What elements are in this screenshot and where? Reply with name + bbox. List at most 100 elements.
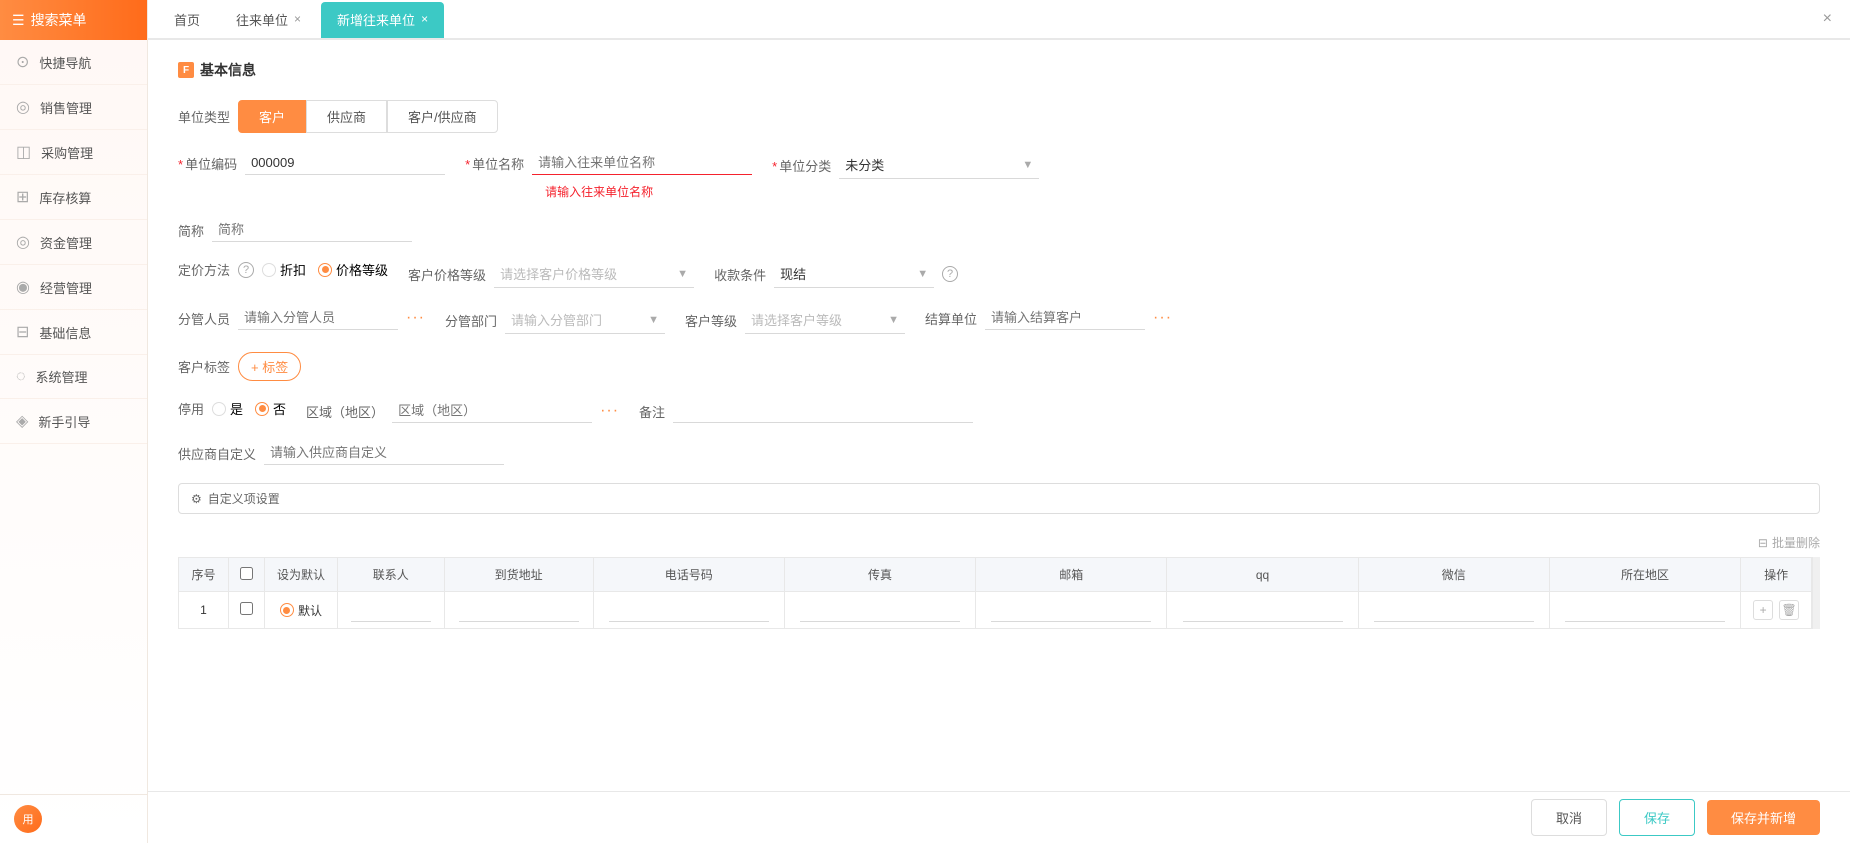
fax-input[interactable] — [800, 598, 960, 622]
cell-region[interactable] — [1549, 592, 1740, 629]
payment-terms-value: 现结 — [780, 264, 806, 283]
billing-unit-field: 结算单位 ··· — [925, 306, 1172, 330]
sidebar-item-basic-info[interactable]: ⊟ 基础信息 — [0, 310, 147, 355]
col-contact: 联系人 — [337, 558, 444, 592]
unit-code-field: *单位编码 — [178, 151, 445, 175]
manager-more-icon[interactable]: ··· — [406, 309, 425, 327]
cell-fax[interactable] — [784, 592, 975, 629]
cell-wechat[interactable] — [1358, 592, 1549, 629]
disabled-no-radio[interactable]: 否 — [255, 399, 286, 418]
disabled-row: 停用 是 否 区 — [178, 399, 1820, 423]
qq-input[interactable] — [1183, 598, 1343, 622]
pricing-discount-radio[interactable]: 折扣 — [262, 260, 306, 279]
sidebar-header-label[interactable]: 搜索菜单 — [31, 10, 87, 30]
row-checkbox[interactable] — [240, 602, 253, 615]
sidebar-item-label: 销售管理 — [40, 98, 92, 117]
yes-label: 是 — [230, 399, 243, 418]
pricing-method-label: 定价方法 — [178, 260, 230, 279]
type-btn-both[interactable]: 客户/供应商 — [387, 100, 498, 133]
section-icon: F — [178, 62, 194, 78]
save-button[interactable]: 保存 — [1619, 799, 1695, 836]
select-all-checkbox[interactable] — [240, 567, 253, 580]
sidebar-item-finance[interactable]: ◎ 资金管理 — [0, 220, 147, 265]
cell-email[interactable] — [976, 592, 1167, 629]
contact-input[interactable] — [351, 598, 431, 622]
tab-partner[interactable]: 往来单位 × — [220, 2, 317, 38]
sidebar-item-purchase[interactable]: ◫ 采购管理 — [0, 130, 147, 175]
billing-more-icon[interactable]: ··· — [1153, 309, 1172, 327]
unit-name-label: *单位名称 — [465, 154, 524, 173]
region-input[interactable] — [392, 399, 592, 423]
tab-new-partner-close[interactable]: × — [421, 12, 428, 26]
tab-new-partner[interactable]: 新增往来单位 × — [321, 2, 444, 38]
payment-terms-select[interactable]: 现结 ▼ — [774, 260, 934, 288]
discount-label: 折扣 — [280, 260, 306, 279]
unit-code-input[interactable] — [245, 151, 445, 175]
sidebar-item-sales[interactable]: ◎ 销售管理 — [0, 85, 147, 130]
table-scrollbar[interactable] — [1812, 557, 1820, 629]
col-email: 邮箱 — [976, 558, 1167, 592]
batch-delete-button[interactable]: ⊟ 批量删除 — [1758, 534, 1820, 551]
region-label: 区域（地区） — [306, 402, 384, 421]
delete-row-button[interactable]: 🗑 — [1779, 600, 1799, 620]
cell-action: + 🗑 — [1741, 592, 1812, 629]
supplier-custom-field: 供应商自定义 — [178, 441, 504, 465]
col-wechat: 微信 — [1358, 558, 1549, 592]
pricing-level-radio[interactable]: 价格等级 — [318, 260, 388, 279]
save-new-button[interactable]: 保存并新增 — [1707, 800, 1820, 835]
supplier-custom-row: 供应商自定义 — [178, 441, 1820, 465]
region-more-icon[interactable]: ··· — [600, 402, 619, 420]
short-name-input[interactable] — [212, 218, 412, 242]
disabled-yes-radio[interactable]: 是 — [212, 399, 243, 418]
basic-info-icon: ⊟ — [16, 322, 29, 342]
cell-checkbox[interactable] — [229, 592, 265, 629]
unit-type-buttons: 客户 供应商 客户/供应商 — [238, 100, 498, 133]
row-default-radio[interactable]: 默认 — [275, 602, 327, 619]
email-input[interactable] — [991, 598, 1151, 622]
remarks-input[interactable] — [673, 399, 973, 423]
quick-nav-icon: ⊙ — [16, 52, 29, 72]
address-input[interactable] — [459, 598, 579, 622]
tab-home[interactable]: 首页 — [158, 2, 216, 38]
sidebar-item-operations[interactable]: ◉ 经营管理 — [0, 265, 147, 310]
sidebar-item-system[interactable]: ◌ 系统管理 — [0, 355, 147, 399]
sidebar-item-guide[interactable]: ◈ 新手引导 — [0, 399, 147, 444]
customer-level-select[interactable]: 请选择客户等级 ▼ — [745, 306, 905, 334]
add-tag-button[interactable]: + 标签 — [238, 352, 301, 381]
phone-input[interactable] — [609, 598, 769, 622]
type-btn-supplier[interactable]: 供应商 — [306, 100, 387, 133]
department-select[interactable]: 请输入分管部门 ▼ — [505, 306, 665, 334]
table-region-input[interactable] — [1565, 598, 1725, 622]
pricing-help-icon[interactable]: ? — [238, 262, 254, 278]
unit-name-input[interactable] — [532, 151, 752, 175]
sidebar-bottom: 用 — [0, 794, 147, 843]
cell-address[interactable] — [444, 592, 593, 629]
unit-category-select[interactable]: 未分类 ▼ — [839, 151, 1039, 179]
col-checkbox[interactable] — [229, 558, 265, 592]
sidebar-item-label: 基础信息 — [39, 323, 91, 342]
supplier-custom-input[interactable] — [264, 441, 504, 465]
cell-seq: 1 — [179, 592, 229, 629]
main-close-button[interactable]: × — [1815, 10, 1840, 28]
remarks-label: 备注 — [639, 402, 665, 421]
billing-unit-input[interactable] — [985, 306, 1145, 330]
operations-icon: ◉ — [16, 277, 30, 297]
cancel-button[interactable]: 取消 — [1531, 799, 1607, 836]
no-label: 否 — [273, 399, 286, 418]
wechat-input[interactable] — [1374, 598, 1534, 622]
sidebar-item-quick-nav[interactable]: ⊙ 快捷导航 — [0, 40, 147, 85]
custom-settings-button[interactable]: ⚙ 自定义项设置 — [178, 483, 1820, 514]
sidebar-item-inventory[interactable]: ⊞ 库存核算 — [0, 175, 147, 220]
cell-contact[interactable] — [337, 592, 444, 629]
purchase-icon: ◫ — [16, 142, 31, 162]
tab-partner-close[interactable]: × — [294, 12, 301, 26]
type-btn-customer[interactable]: 客户 — [238, 100, 306, 133]
manager-input[interactable] — [238, 306, 398, 330]
default-radio-outer — [280, 603, 294, 617]
cell-phone[interactable] — [593, 592, 784, 629]
add-row-button[interactable]: + — [1753, 600, 1773, 620]
customer-price-select[interactable]: 请选择客户价格等级 ▼ — [494, 260, 694, 288]
unit-name-field: *单位名称 请输入往来单位名称 — [465, 151, 752, 200]
payment-help-icon[interactable]: ? — [942, 266, 958, 282]
cell-qq[interactable] — [1167, 592, 1358, 629]
